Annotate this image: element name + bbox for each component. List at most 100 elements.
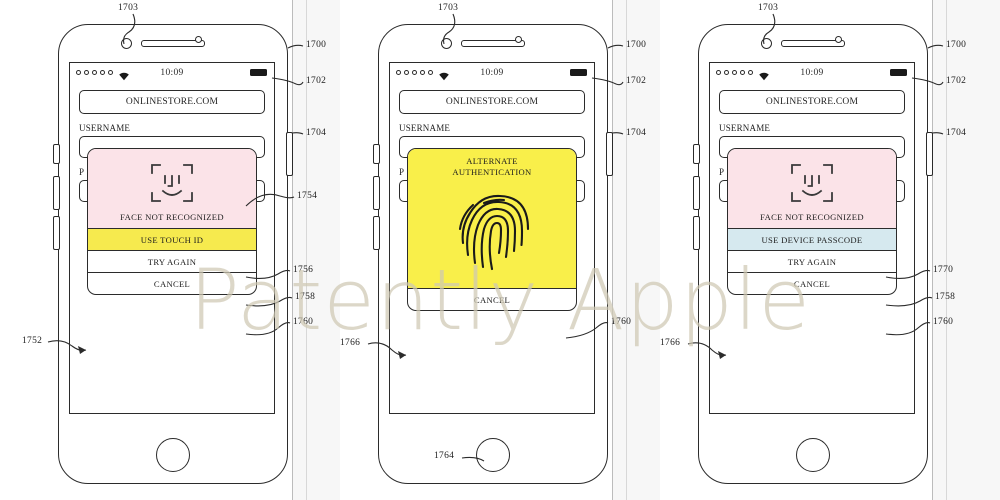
sensor-dot-icon — [515, 36, 522, 43]
front-camera-icon — [441, 38, 452, 49]
front-camera-icon — [121, 38, 132, 49]
signal-strength-icon — [76, 70, 113, 75]
ref-1700-right: 1700 — [946, 40, 967, 50]
ref-1702-left: 1702 — [306, 76, 327, 86]
status-bar: 10:09 — [389, 62, 595, 82]
ref-1760-left: 1760 — [293, 317, 314, 327]
face-id-art: FACE NOT RECOGNIZED — [88, 149, 256, 228]
wifi-icon — [438, 68, 450, 81]
dialog-row-cancel[interactable]: CANCEL — [88, 272, 256, 294]
ref-1704-right: 1704 — [946, 128, 967, 138]
screen-right: 10:09 ONLINESTORE.COM USERNAME P FACE NO… — [709, 62, 915, 414]
ref-1764: 1764 — [434, 451, 455, 461]
screen-middle: 10:09 ONLINESTORE.COM USERNAME P ALTERNA… — [389, 62, 595, 414]
phone-middle: 10:09 ONLINESTORE.COM USERNAME P ALTERNA… — [373, 24, 613, 484]
dialog-row-try-again[interactable]: TRY AGAIN — [728, 250, 896, 272]
ref-1700-middle: 1700 — [626, 40, 647, 50]
dialog-row-use-touch-id[interactable]: USE TOUCH ID — [88, 228, 256, 250]
signal-strength-icon — [716, 70, 753, 75]
battery-icon — [570, 69, 587, 76]
phone-right: 10:09 ONLINESTORE.COM USERNAME P FACE NO… — [693, 24, 933, 484]
home-button[interactable] — [156, 438, 190, 472]
wifi-icon — [758, 68, 770, 81]
dialog-title-line2: AUTHENTICATION — [452, 166, 532, 177]
sensor-dot-icon — [835, 36, 842, 43]
ref-1703-right: 1703 — [758, 3, 779, 13]
ref-1704-left: 1704 — [306, 128, 327, 138]
face-id-icon — [144, 159, 200, 207]
dialog-row-cancel[interactable]: CANCEL — [728, 272, 896, 294]
ref-1754: 1754 — [297, 191, 318, 201]
guide-rule-5 — [932, 0, 933, 500]
face-id-art: FACE NOT RECOGNIZED — [728, 149, 896, 228]
ref-1770: 1770 — [933, 265, 954, 275]
screen-left: 10:09 ONLINESTORE.COM USERNAME P FACE NO… — [69, 62, 275, 414]
ref-1756: 1756 — [293, 265, 314, 275]
panel-gap-right — [932, 0, 1000, 500]
volume-down-button[interactable] — [53, 216, 60, 250]
battery-icon — [890, 69, 907, 76]
username-label: USERNAME — [399, 123, 451, 133]
front-camera-icon — [761, 38, 772, 49]
volume-up-button[interactable] — [373, 176, 380, 210]
sensor-dot-icon — [195, 36, 202, 43]
mute-switch[interactable] — [693, 144, 700, 164]
ref-1703-left: 1703 — [118, 3, 139, 13]
username-label: USERNAME — [79, 123, 131, 133]
url-bar[interactable]: ONLINESTORE.COM — [399, 90, 585, 114]
ref-1702-middle: 1702 — [626, 76, 647, 86]
home-button[interactable] — [476, 438, 510, 472]
url-bar[interactable]: ONLINESTORE.COM — [719, 90, 905, 114]
guide-rule-2 — [306, 0, 307, 500]
home-button[interactable] — [796, 438, 830, 472]
power-button[interactable] — [926, 132, 933, 176]
fingerprint-icon — [444, 179, 540, 280]
mute-switch[interactable] — [53, 144, 60, 164]
status-clock: 10:09 — [160, 67, 184, 78]
mute-switch[interactable] — [373, 144, 380, 164]
status-bar: 10:09 — [709, 62, 915, 82]
guide-rule-4 — [626, 0, 627, 500]
patent-figure-canvas: 10:09 ONLINESTORE.COM USERNAME P FACE NO… — [0, 0, 1000, 500]
ref-1758-right: 1758 — [935, 292, 956, 302]
ref-1702-right: 1702 — [946, 76, 967, 86]
guide-rule-3 — [612, 0, 613, 500]
battery-icon — [250, 69, 267, 76]
face-id-icon — [784, 159, 840, 207]
url-bar[interactable]: ONLINESTORE.COM — [79, 90, 265, 114]
volume-up-button[interactable] — [693, 176, 700, 210]
dialog-title-line1: ALTERNATE — [466, 156, 518, 166]
auth-dialog-left: FACE NOT RECOGNIZED USE TOUCH ID TRY AGA… — [87, 148, 257, 295]
volume-up-button[interactable] — [53, 176, 60, 210]
volume-down-button[interactable] — [373, 216, 380, 250]
auth-dialog-middle: ALTERNATE AUTHENTICATION CANCEL — [407, 148, 577, 312]
ref-1700-left: 1700 — [306, 40, 327, 50]
status-bar: 10:09 — [69, 62, 275, 82]
power-button[interactable] — [286, 132, 293, 176]
power-button[interactable] — [606, 132, 613, 176]
username-label: USERNAME — [719, 123, 771, 133]
status-clock: 10:09 — [480, 67, 504, 78]
dialog-caption: FACE NOT RECOGNIZED — [760, 212, 864, 222]
signal-strength-icon — [396, 70, 433, 75]
dialog-row-use-device-passcode[interactable]: USE DEVICE PASSCODE — [728, 228, 896, 250]
phone-left: 10:09 ONLINESTORE.COM USERNAME P FACE NO… — [53, 24, 293, 484]
panel-gap-left — [292, 0, 340, 500]
dialog-row-cancel[interactable]: CANCEL — [408, 288, 576, 310]
alternate-authentication-art: ALTERNATE AUTHENTICATION — [408, 149, 576, 289]
dialog-caption: FACE NOT RECOGNIZED — [120, 212, 224, 222]
ref-1758-left: 1758 — [295, 292, 316, 302]
ref-1760-middle: 1760 — [611, 317, 632, 327]
dialog-row-try-again[interactable]: TRY AGAIN — [88, 250, 256, 272]
ref-1703-middle: 1703 — [438, 3, 459, 13]
ref-1766-middle: 1766 — [340, 338, 361, 348]
status-clock: 10:09 — [800, 67, 824, 78]
ref-1760-right: 1760 — [933, 317, 954, 327]
guide-rule-1 — [292, 0, 293, 500]
ref-1766-right: 1766 — [660, 338, 681, 348]
ref-1704-middle: 1704 — [626, 128, 647, 138]
panel-gap-middle — [612, 0, 660, 500]
ref-1752: 1752 — [22, 336, 43, 346]
wifi-icon — [118, 68, 130, 81]
volume-down-button[interactable] — [693, 216, 700, 250]
